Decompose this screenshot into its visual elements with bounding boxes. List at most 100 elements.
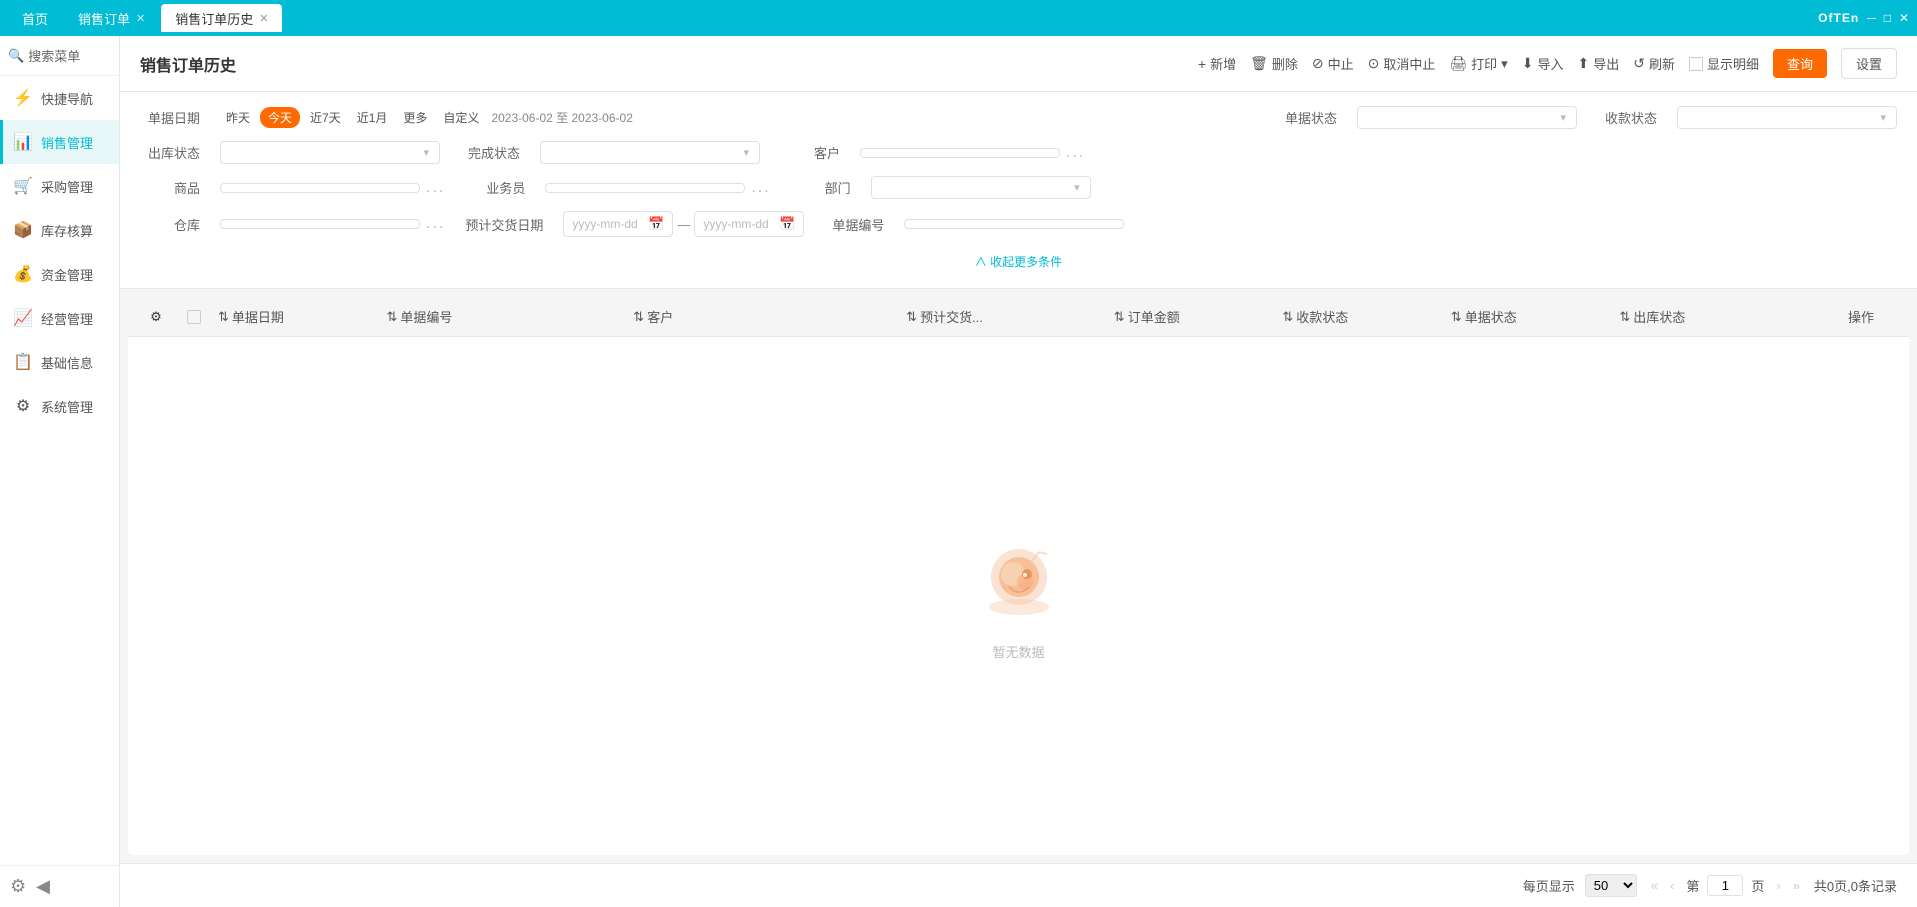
next-page-button[interactable]: › <box>1772 876 1784 895</box>
tab-sales-history[interactable]: 销售订单历史 ✕ <box>161 4 282 32</box>
per-page-select[interactable]: 50 10 20 100 <box>1585 874 1637 897</box>
sidebar-item-purchase[interactable]: 🛒 采购管理 <box>0 164 119 208</box>
warehouse-filter-control: ... <box>220 215 445 233</box>
warehouse-input[interactable] <box>220 219 420 229</box>
goods-dots-button[interactable]: ... <box>426 179 445 197</box>
sidebar-item-basic-info-label: 基础信息 <box>41 353 93 372</box>
sidebar-item-sales-label: 销售管理 <box>41 133 93 152</box>
sort-icon: ⇅ <box>633 309 644 325</box>
th-delivery-label: 预计交货... <box>920 307 983 326</box>
customer-input[interactable] <box>860 148 1060 158</box>
warehouse-filter-label: 仓库 <box>140 215 200 234</box>
date-tag-7days[interactable]: 近7天 <box>304 107 347 128</box>
select-all-checkbox[interactable] <box>187 310 201 324</box>
delivery-date-end[interactable]: yyyy-mm-dd 📅 <box>694 211 804 237</box>
th-no[interactable]: ⇅ 单据编号 <box>381 307 628 326</box>
btn-stop-label: 中止 <box>1328 54 1354 73</box>
th-customer[interactable]: ⇅ 客户 <box>627 307 900 326</box>
btn-delete-label: 删除 <box>1272 54 1298 73</box>
btn-stop[interactable]: ⊘ 中止 <box>1312 54 1354 73</box>
btn-import[interactable]: ⬇ 导入 <box>1522 54 1564 73</box>
sort-icon: ⇅ <box>1451 309 1462 325</box>
complete-status-arrow-icon: ▾ <box>743 146 749 159</box>
th-amount[interactable]: ⇅ 订单金额 <box>1108 307 1277 326</box>
sidebar-search[interactable]: 🔍 搜索菜单 <box>0 36 119 76</box>
minimize-button[interactable]: ─ <box>1867 11 1876 25</box>
tab-sales-order[interactable]: 销售订单 ✕ <box>64 4 159 32</box>
settings-button[interactable]: 设置 <box>1841 48 1897 79</box>
complete-status-select[interactable]: ▾ <box>540 141 760 164</box>
customer-dots-button[interactable]: ... <box>1066 144 1085 162</box>
btn-refresh-label: 刷新 <box>1649 54 1675 73</box>
sidebar-settings-icon[interactable]: ⚙ <box>10 876 26 897</box>
page-number-input[interactable] <box>1707 875 1743 896</box>
print-icon: 🖨 <box>1449 55 1467 72</box>
date-tag-custom[interactable]: 自定义 <box>437 107 485 128</box>
btn-refresh[interactable]: ↺ 刷新 <box>1633 54 1675 73</box>
th-date[interactable]: ⇅ 单据日期 <box>212 307 381 326</box>
tab-sales-history-close[interactable]: ✕ <box>259 12 268 25</box>
sidebar-item-operations[interactable]: 📈 经营管理 <box>0 296 119 340</box>
btn-cancel-stop[interactable]: ⊙ 取消中止 <box>1368 54 1436 73</box>
date-tag-more[interactable]: 更多 <box>397 107 433 128</box>
query-button[interactable]: 查询 <box>1773 49 1827 78</box>
dept-select[interactable]: ▾ <box>871 176 1091 199</box>
pay-status-select[interactable]: ▾ <box>1677 106 1897 129</box>
sidebar-item-sales[interactable]: 📊 销售管理 <box>0 120 119 164</box>
top-bar-right: OfTEn ─ □ ✕ <box>1818 11 1909 25</box>
first-page-button[interactable]: « <box>1647 876 1662 895</box>
sidebar-item-basic-info[interactable]: 📋 基础信息 <box>0 340 119 384</box>
doc-status-arrow-icon: ▾ <box>1560 111 1566 124</box>
th-out-status-label: 出库状态 <box>1633 307 1685 326</box>
th-pay-status[interactable]: ⇅ 收款状态 <box>1276 307 1445 326</box>
goto-suffix: 页 <box>1747 874 1768 897</box>
sidebar-item-system[interactable]: ⚙ 系统管理 <box>0 384 119 428</box>
btn-add-label: 新增 <box>1210 54 1236 73</box>
goods-input[interactable] <box>220 183 420 193</box>
btn-delete[interactable]: 🗑 删除 <box>1250 54 1298 73</box>
btn-print[interactable]: 🖨 打印 ▾ <box>1449 54 1507 73</box>
close-button[interactable]: ✕ <box>1899 11 1909 25</box>
total-info: 共0页,0条记录 <box>1814 876 1897 895</box>
date-tag-yesterday[interactable]: 昨天 <box>220 107 256 128</box>
settings-icon[interactable]: ⚙ <box>150 309 162 325</box>
table-header: ⚙ ⇅ 单据日期 ⇅ 单据编号 ⇅ 客户 ⇅ <box>128 297 1909 337</box>
warehouse-dots-button[interactable]: ... <box>426 215 445 233</box>
th-out-status[interactable]: ⇅ 出库状态 <box>1613 307 1821 326</box>
salesperson-input[interactable] <box>545 183 745 193</box>
delivery-date-start[interactable]: yyyy-mm-dd 📅 <box>563 211 673 237</box>
th-doc-status[interactable]: ⇅ 单据状态 <box>1445 307 1614 326</box>
quicknav-icon: ⚡ <box>13 88 33 108</box>
empty-image <box>969 532 1069 632</box>
page-title: 销售订单历史 <box>140 52 236 76</box>
tab-sales-order-close[interactable]: ✕ <box>136 12 145 25</box>
prev-page-button[interactable]: ‹ <box>1666 876 1678 895</box>
btn-export[interactable]: ⬆ 导出 <box>1577 54 1619 73</box>
collapse-button[interactable]: ∧ 收起更多条件 <box>140 249 1897 274</box>
btn-add[interactable]: + 新增 <box>1198 54 1236 73</box>
sidebar-item-quicknav[interactable]: ⚡ 快捷导航 <box>0 76 119 120</box>
maximize-button[interactable]: □ <box>1884 11 1891 25</box>
date-tag-1month[interactable]: 近1月 <box>351 107 394 128</box>
date-tag-today[interactable]: 今天 <box>260 107 300 128</box>
doc-status-select[interactable]: ▾ <box>1357 106 1577 129</box>
th-amount-label: 订单金额 <box>1128 307 1180 326</box>
salesperson-dots-button[interactable]: ... <box>751 179 770 197</box>
th-action: 操作 <box>1821 307 1901 326</box>
doc-no-input[interactable] <box>904 219 1124 229</box>
last-page-button[interactable]: » <box>1789 876 1804 895</box>
th-date-label: 单据日期 <box>232 307 284 326</box>
sidebar-item-finance[interactable]: 💰 资金管理 <box>0 252 119 296</box>
sort-icon: ⇅ <box>906 309 917 325</box>
sidebar-item-quicknav-label: 快捷导航 <box>41 89 93 108</box>
tab-home[interactable]: 首页 <box>8 4 62 32</box>
sidebar-collapse-icon[interactable]: ◀ <box>36 876 50 897</box>
th-pay-status-label: 收款状态 <box>1296 307 1348 326</box>
out-status-select[interactable]: ▾ <box>220 141 440 164</box>
date-filter-label: 单据日期 <box>140 108 200 127</box>
th-delivery[interactable]: ⇅ 预计交货... <box>900 307 1108 326</box>
sidebar-item-inventory[interactable]: 📦 库存核算 <box>0 208 119 252</box>
dept-filter-label: 部门 <box>791 178 851 197</box>
show-detail-checkbox[interactable] <box>1689 57 1703 71</box>
table-body: 暂无数据 <box>128 337 1909 855</box>
